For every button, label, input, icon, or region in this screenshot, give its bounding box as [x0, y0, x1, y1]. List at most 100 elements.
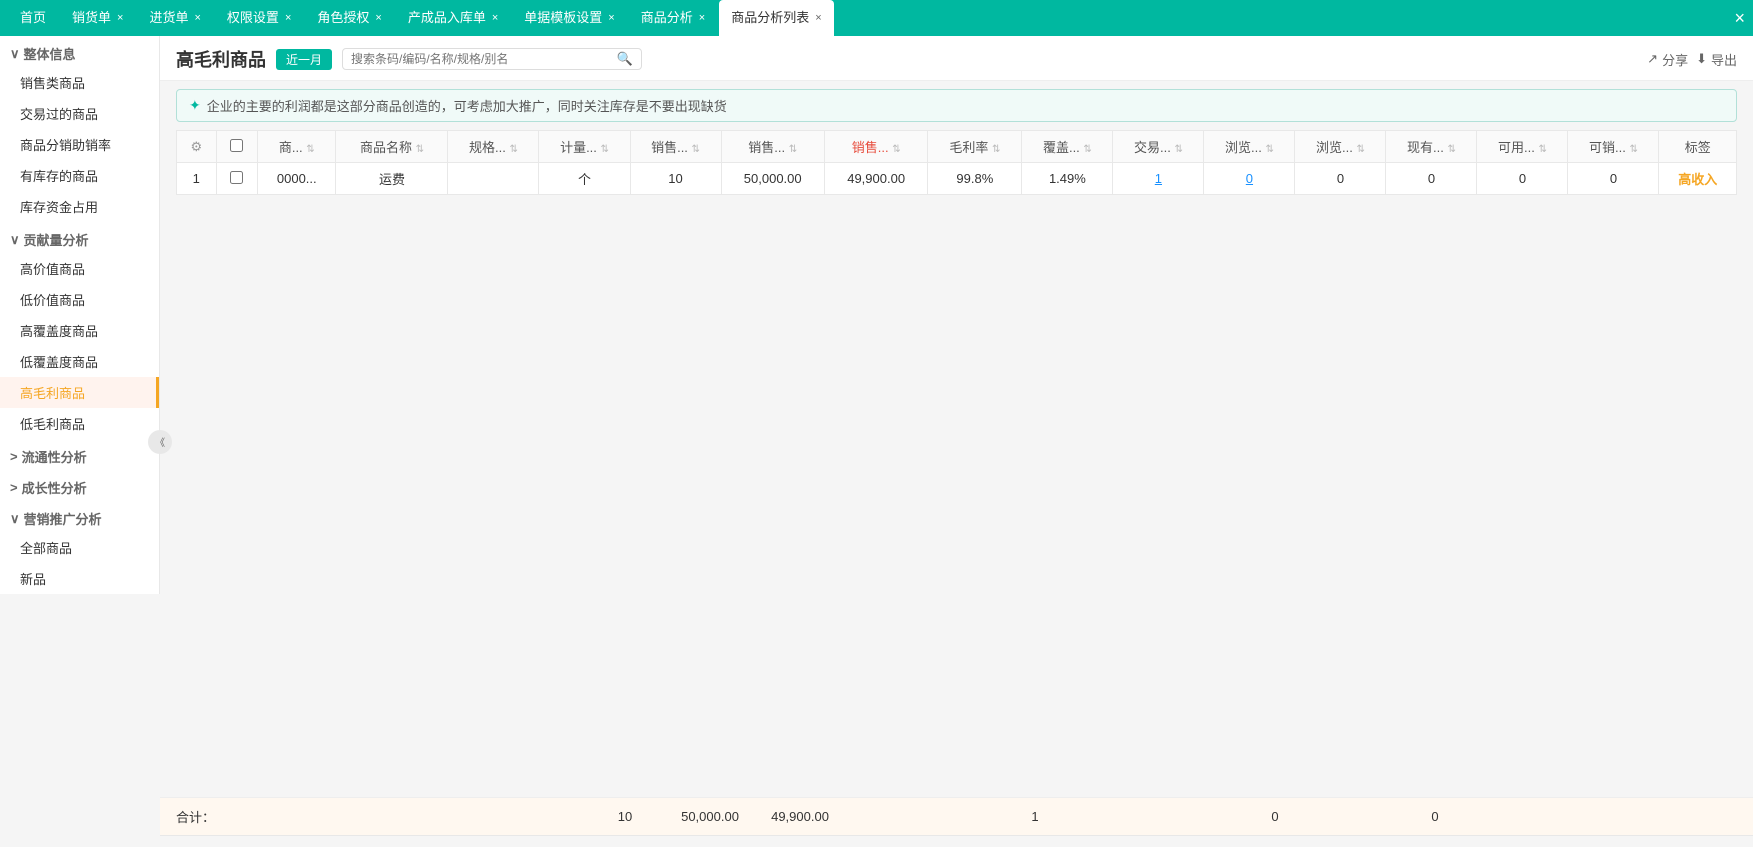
transaction-link[interactable]: 1 — [1155, 171, 1162, 186]
footer-current-stock: 0 — [1235, 809, 1315, 824]
row-name[interactable]: 运费 — [336, 163, 448, 195]
sidebar-item-low-margin[interactable]: 低毛利商品 — [0, 408, 159, 439]
close-icon[interactable]: × — [492, 0, 498, 36]
col-tag[interactable]: 标签 — [1659, 131, 1737, 163]
sort-icon[interactable]: ⇅ — [1356, 144, 1364, 155]
close-icon[interactable]: × — [194, 0, 200, 36]
settings-icon[interactable]: ⚙ — [190, 139, 202, 154]
row-available: 0 — [1477, 163, 1568, 195]
sort-icon[interactable]: ⇅ — [306, 144, 314, 155]
tab-role-auth[interactable]: 角色授权 × — [305, 0, 393, 36]
sort-icon[interactable]: ⇅ — [416, 144, 424, 155]
export-icon: ⬇ — [1696, 51, 1707, 67]
sort-icon[interactable]: ⇅ — [1630, 144, 1638, 155]
close-icon[interactable]: × — [699, 0, 705, 36]
tab-template-settings[interactable]: 单据模板设置 × — [512, 0, 626, 36]
export-button[interactable]: ⬇ 导出 — [1696, 50, 1737, 69]
sidebar-item-low-value[interactable]: 低价值商品 — [0, 284, 159, 315]
col-coverage[interactable]: 覆盖... ⇅ — [1022, 131, 1113, 163]
tab-product-analysis[interactable]: 商品分析 × — [629, 0, 717, 36]
sidebar-item-high-value[interactable]: 高价值商品 — [0, 253, 159, 284]
sort-icon[interactable]: ⇅ — [510, 144, 518, 155]
select-all-checkbox[interactable] — [230, 139, 243, 152]
sort-icon[interactable]: ⇅ — [1083, 144, 1091, 155]
tab-sales-order[interactable]: 销货单 × — [60, 0, 135, 36]
close-icon[interactable]: × — [285, 0, 291, 36]
row-views1: 0 — [1204, 163, 1295, 195]
col-sales-profit[interactable]: 销售... ⇅ — [824, 131, 927, 163]
sort-icon[interactable]: ⇅ — [892, 144, 900, 155]
sidebar-item-new-goods[interactable]: 新品 — [0, 563, 159, 594]
sort-icon[interactable]: ⇅ — [992, 144, 1000, 155]
col-gross-margin[interactable]: 毛利率 ⇅ — [928, 131, 1022, 163]
sort-icon[interactable]: ⇅ — [1174, 144, 1182, 155]
col-views1[interactable]: 浏览... ⇅ — [1204, 131, 1295, 163]
sort-icon[interactable]: ⇅ — [1447, 144, 1455, 155]
content-area: 高毛利商品 近一月 🔍 ↗ 分享 ⬇ 导出 ✦ 企业的主要的利润都是这部分商品创… — [160, 36, 1753, 847]
col-checkbox[interactable] — [216, 131, 257, 163]
close-icon[interactable]: × — [815, 0, 821, 36]
page-title: 高毛利商品 — [176, 46, 266, 72]
tab-product-analysis-list[interactable]: 商品分析列表 × — [719, 0, 833, 36]
horizontal-scrollbar[interactable] — [160, 835, 1753, 847]
close-all-tabs[interactable]: × — [1734, 8, 1745, 29]
time-filter-button[interactable]: 近一月 — [276, 49, 332, 70]
footer-cells: 合计： 10 50,000.00 49,900.00 1 0 0 — [176, 807, 1737, 826]
row-sales-qty: 10 — [630, 163, 721, 195]
sidebar-item-in-stock-goods[interactable]: 有库存的商品 — [0, 160, 159, 191]
search-input[interactable] — [351, 52, 617, 66]
col-code[interactable]: 商... ⇅ — [258, 131, 336, 163]
sidebar-collapse-button[interactable]: 《 — [148, 430, 172, 454]
search-box: 🔍 — [342, 48, 642, 70]
sort-icon[interactable]: ⇅ — [692, 144, 700, 155]
row-select-checkbox[interactable] — [230, 171, 243, 184]
sidebar-item-high-margin[interactable]: 高毛利商品 — [0, 377, 159, 408]
col-transactions[interactable]: 交易... ⇅ — [1113, 131, 1204, 163]
col-spec[interactable]: 规格... ⇅ — [448, 131, 539, 163]
sidebar-item-stock-capital[interactable]: 库存资金占用 — [0, 191, 159, 222]
sidebar-item-low-coverage[interactable]: 低覆盖度商品 — [0, 346, 159, 377]
tab-product-inbound[interactable]: 产成品入库单 × — [396, 0, 510, 36]
sort-icon[interactable]: ⇅ — [601, 144, 609, 155]
search-icon[interactable]: 🔍 — [617, 51, 633, 67]
views1-link[interactable]: 0 — [1246, 171, 1253, 186]
col-sales-amt[interactable]: 销售... ⇅ — [721, 131, 824, 163]
row-unit: 个 — [539, 163, 630, 195]
col-views2[interactable]: 浏览... ⇅ — [1295, 131, 1386, 163]
col-available[interactable]: 可用... ⇅ — [1477, 131, 1568, 163]
tab-purchase-order[interactable]: 进货单 × — [137, 0, 212, 36]
row-current-stock: 0 — [1386, 163, 1477, 195]
sidebar-item-sales-goods[interactable]: 销售类商品 — [0, 67, 159, 98]
sidebar-item-distribution-rate[interactable]: 商品分销助销率 — [0, 129, 159, 160]
sidebar-group-overall[interactable]: ∨ 整体信息 — [0, 36, 159, 67]
sidebar-group-contribution[interactable]: ∨ 贡献量分析 — [0, 222, 159, 253]
sort-icon[interactable]: ⇅ — [1265, 144, 1273, 155]
col-unit[interactable]: 计量... ⇅ — [539, 131, 630, 163]
sort-icon[interactable]: ⇅ — [789, 144, 797, 155]
col-name[interactable]: 商品名称 ⇅ — [336, 131, 448, 163]
col-saleable[interactable]: 可销... ⇅ — [1568, 131, 1659, 163]
col-current-stock[interactable]: 现有... ⇅ — [1386, 131, 1477, 163]
sidebar-group-marketing[interactable]: ∨ 营销推广分析 — [0, 501, 159, 532]
sidebar-item-high-coverage[interactable]: 高覆盖度商品 — [0, 315, 159, 346]
row-checkbox[interactable] — [216, 163, 257, 195]
sidebar-item-traded-goods[interactable]: 交易过的商品 — [0, 98, 159, 129]
close-icon[interactable]: × — [375, 0, 381, 36]
share-button[interactable]: ↗ 分享 — [1647, 50, 1688, 69]
footer-label: 合计： — [176, 807, 215, 826]
col-sales-qty[interactable]: 销售... ⇅ — [630, 131, 721, 163]
close-icon[interactable]: × — [608, 0, 614, 36]
footer-saleable: 0 — [1395, 809, 1475, 824]
sort-icon[interactable]: ⇅ — [1539, 144, 1547, 155]
sidebar-item-all-goods[interactable]: 全部商品 — [0, 532, 159, 563]
row-code[interactable]: 0000... — [258, 163, 336, 195]
chevron-down-icon: ∨ — [10, 511, 20, 527]
header-actions: ↗ 分享 ⬇ 导出 — [1647, 50, 1737, 69]
sidebar-group-liquidity[interactable]: > 流通性分析 — [0, 439, 159, 470]
col-settings[interactable]: ⚙ — [177, 131, 217, 163]
tab-permission-settings[interactable]: 权限设置 × — [215, 0, 303, 36]
tab-home[interactable]: 首页 — [8, 0, 58, 36]
sidebar-group-growth[interactable]: > 成长性分析 — [0, 470, 159, 501]
sidebar: ∨ 整体信息 销售类商品 交易过的商品 商品分销助销率 有库存的商品 库存资金占… — [0, 36, 160, 594]
close-icon[interactable]: × — [117, 0, 123, 36]
